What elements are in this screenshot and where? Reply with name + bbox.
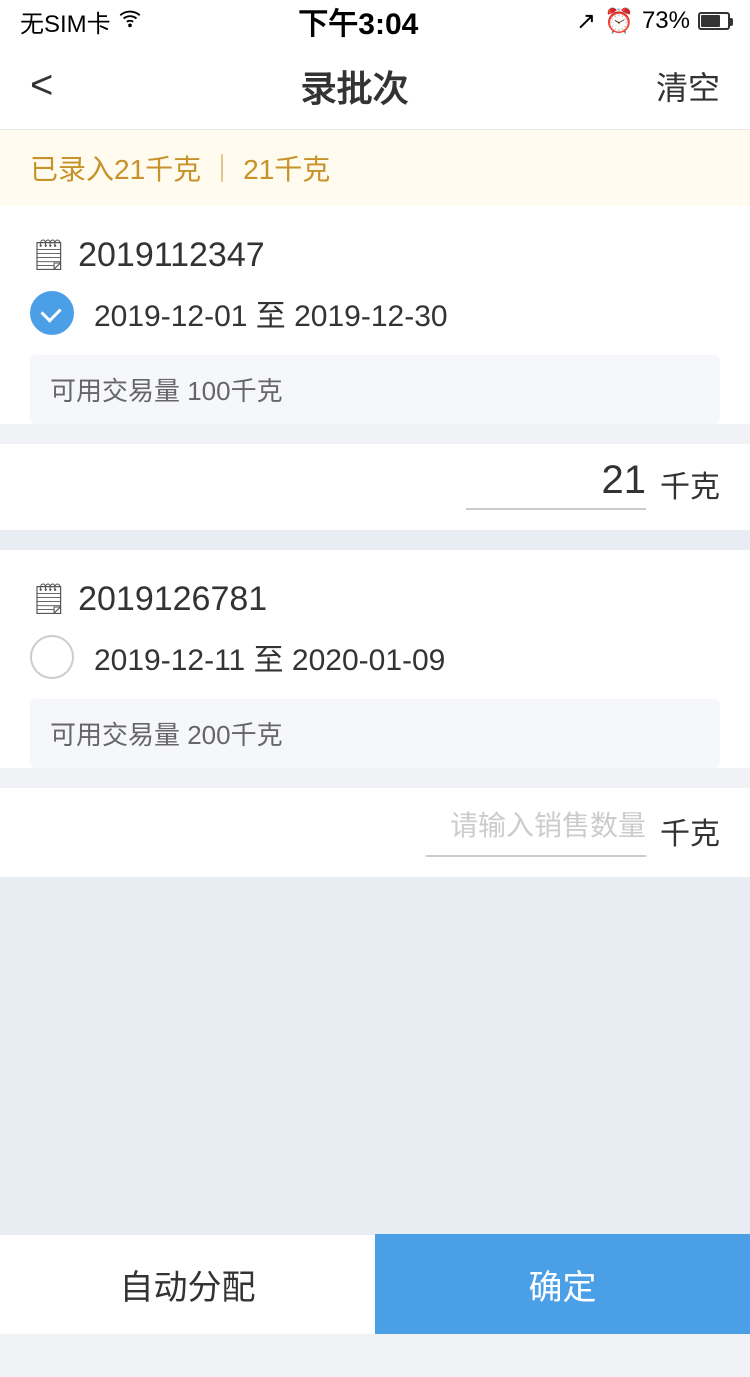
- recorded-label: 已录入21千克: [30, 148, 201, 188]
- batch2-date-row: 2019-12-11 至 2020-01-09: [30, 635, 720, 679]
- batch1-card: 🗒 2019112347 2019-12-01 至 2019-12-30 可用交…: [0, 206, 750, 424]
- clear-button[interactable]: 清空: [656, 63, 720, 109]
- batch1-quantity-row: 21 千克: [0, 444, 750, 530]
- batch1-date-row: 2019-12-01 至 2019-12-30: [30, 291, 720, 335]
- batch1-quantity-value[interactable]: 21: [602, 460, 647, 500]
- auto-distribute-button[interactable]: 自动分配: [0, 1234, 375, 1334]
- info-amount: 21千克: [243, 148, 330, 188]
- batch2-underline: [426, 855, 646, 857]
- batch2-date-range: 2019-12-11 至 2020-01-09: [94, 635, 445, 679]
- wifi-icon: [119, 7, 141, 36]
- status-right: ↗ ⏰ 73%: [576, 7, 730, 36]
- carrier-text: 无SIM卡: [20, 4, 111, 39]
- alarm-icon: ⏰: [604, 7, 634, 36]
- bottom-bar: 自动分配 确定: [0, 1234, 750, 1334]
- batch2-header: 🗒 2019126781: [30, 580, 720, 619]
- batch2-card: 🗒 2019126781 2019-12-11 至 2020-01-09 可用交…: [0, 550, 750, 768]
- batch1-icon: 🗒: [30, 238, 68, 273]
- batch2-number: 2019126781: [78, 580, 267, 619]
- location-icon: ↗: [576, 7, 596, 36]
- batch1-available: 可用交易量 100千克: [30, 355, 720, 424]
- info-banner: 已录入21千克 21千克: [0, 130, 750, 206]
- section-gap: [0, 530, 750, 550]
- back-button[interactable]: <: [30, 63, 53, 108]
- status-left: 无SIM卡: [20, 4, 141, 39]
- battery-text: 73%: [642, 7, 690, 35]
- batch2-icon: 🗒: [30, 582, 68, 617]
- batch1-header: 🗒 2019112347: [30, 236, 720, 275]
- batch2-unit: 千克: [660, 809, 720, 857]
- info-divider: [221, 154, 223, 182]
- bottom-spacer: [0, 877, 750, 1277]
- status-bar: 无SIM卡 下午3:04 ↗ ⏰ 73%: [0, 0, 750, 42]
- status-time: 下午3:04: [298, 0, 418, 43]
- batch2-input-placeholder-wrap: 请输入销售数量: [30, 804, 646, 857]
- batch1-underline: [466, 508, 646, 510]
- page-title: 录批次: [301, 60, 409, 112]
- nav-bar: < 录批次 清空: [0, 42, 750, 130]
- batch1-unit: 千克: [660, 462, 720, 510]
- batch1-date-range: 2019-12-01 至 2019-12-30: [94, 291, 448, 335]
- battery-icon: [698, 12, 730, 30]
- batch2-placeholder[interactable]: 请输入销售数量: [450, 804, 646, 849]
- batch1-radio[interactable]: [30, 291, 74, 335]
- confirm-button[interactable]: 确定: [375, 1234, 750, 1334]
- batch1-quantity-inner: 21: [466, 460, 646, 510]
- batch2-input-row: 请输入销售数量 千克: [0, 788, 750, 877]
- batch2-available: 可用交易量 200千克: [30, 699, 720, 768]
- batch1-number: 2019112347: [78, 236, 265, 275]
- batch2-radio[interactable]: [30, 635, 74, 679]
